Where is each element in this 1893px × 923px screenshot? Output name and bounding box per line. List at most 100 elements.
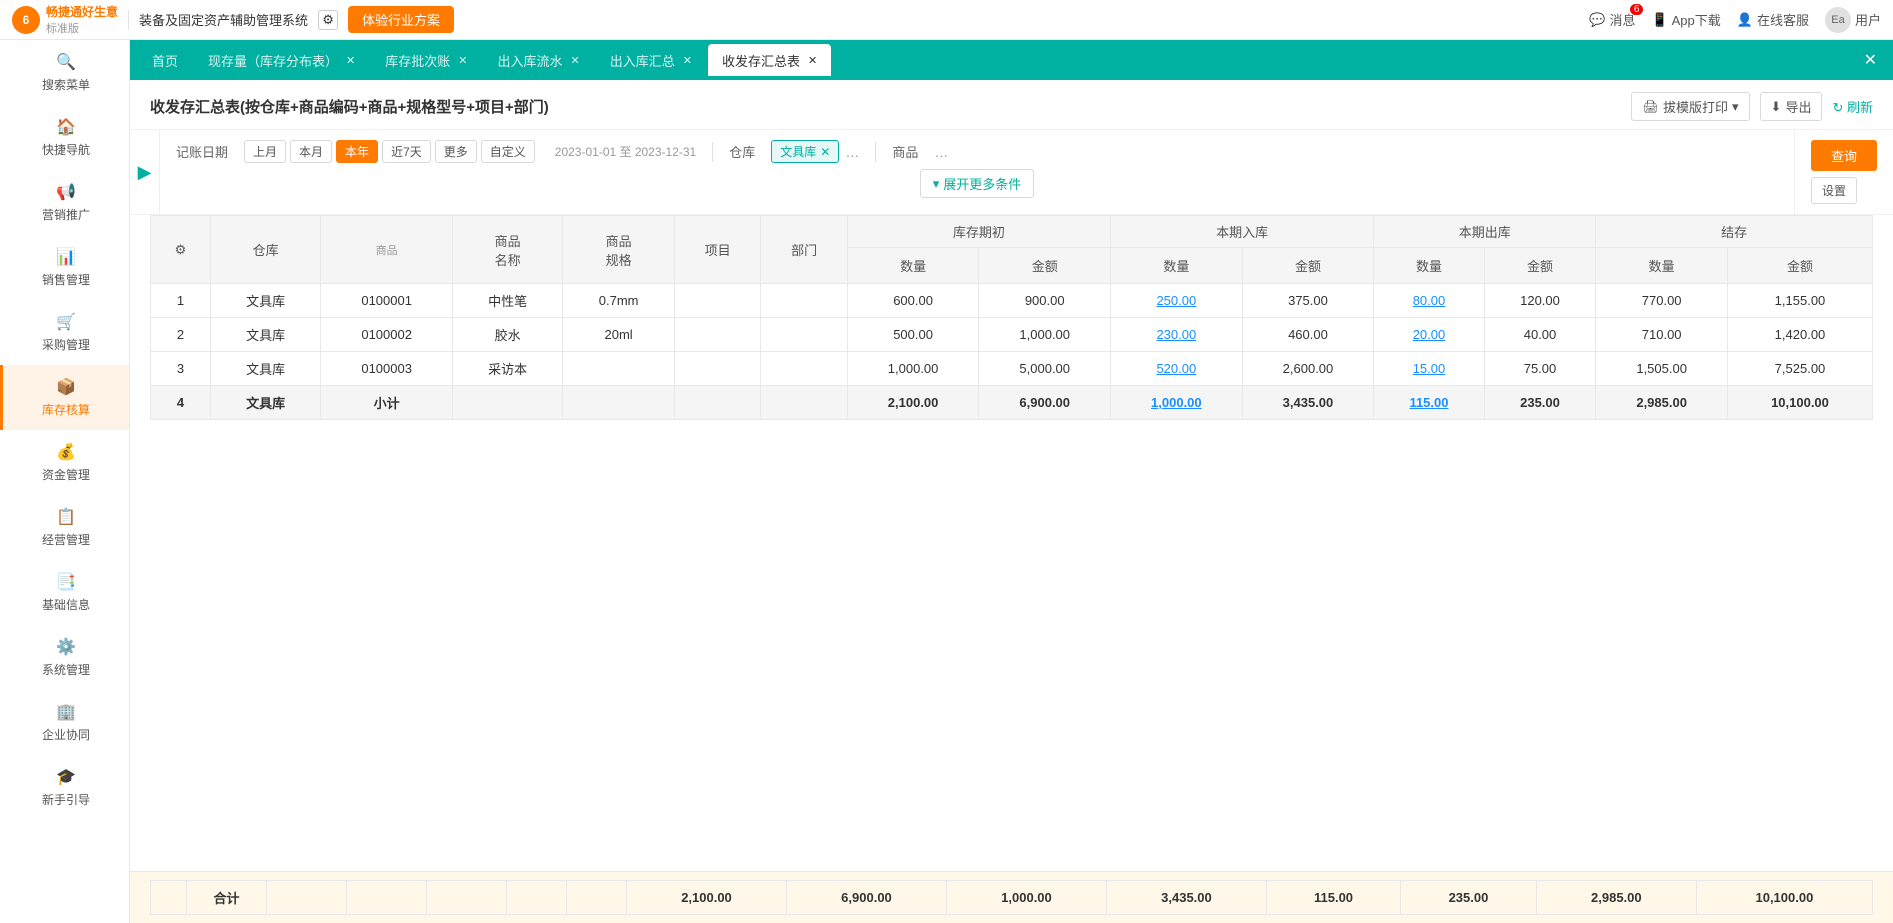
row3-in-qty[interactable]: 520.00 — [1111, 352, 1243, 386]
row1-project — [674, 284, 760, 318]
row2-in-qty[interactable]: 230.00 — [1111, 318, 1243, 352]
sidebar-item-search-menu[interactable]: 🔍 搜索菜单 — [0, 40, 129, 105]
logo-icon: 6 — [12, 6, 40, 34]
tab-home[interactable]: 首页 — [138, 44, 192, 76]
tab-inout-summary[interactable]: 出入库汇总 ✕ — [596, 44, 706, 76]
basic-info-icon: 📑 — [56, 572, 76, 592]
total-close-qty: 2,985.00 — [1536, 881, 1696, 915]
date-btn-more[interactable]: 更多 — [435, 140, 477, 163]
warehouse-tag-close[interactable]: ✕ — [820, 145, 830, 159]
subtotal-col6 — [761, 386, 847, 420]
subtotal-col3 — [452, 386, 562, 420]
tab-close-batch-ledger[interactable]: ✕ — [458, 54, 467, 67]
row3-open-qty: 1,000.00 — [847, 352, 979, 386]
expand-icon: ▾ — [933, 176, 940, 192]
query-btn[interactable]: 查询 — [1811, 140, 1877, 171]
warehouse-more[interactable]: … — [845, 144, 859, 160]
experience-btn[interactable]: 体验行业方案 — [348, 6, 454, 33]
total-open-qty: 2,100.00 — [627, 881, 787, 915]
sidebar-item-marketing[interactable]: 📢 营销推广 — [0, 170, 129, 235]
row3-warehouse: 文具库 — [211, 352, 321, 386]
sidebar-item-purchase[interactable]: 🛒 采购管理 — [0, 300, 129, 365]
sidebar-item-operations[interactable]: 📋 经营管理 — [0, 495, 129, 560]
tab-batch-ledger[interactable]: 库存批次账 ✕ — [371, 44, 481, 76]
sidebar-item-sales[interactable]: 📊 销售管理 — [0, 235, 129, 300]
filter-row-1: 记账日期 上月 本月 本年 近7天 更多 自定义 2023-01-01 至 20… — [176, 140, 1778, 163]
home-icon: 🏠 — [56, 117, 76, 137]
subtotal-close-amt: 10,100.00 — [1727, 386, 1872, 420]
date-btn-this-year[interactable]: 本年 — [336, 140, 378, 163]
sidebar-item-basic-info[interactable]: 📑 基础信息 — [0, 560, 129, 625]
message-btn[interactable]: 💬 消息 6 — [1589, 10, 1635, 29]
set-btn[interactable]: 设置 — [1811, 177, 1857, 204]
row1-in-qty[interactable]: 250.00 — [1111, 284, 1243, 318]
tab-close-inventory-dist[interactable]: ✕ — [346, 54, 355, 67]
tab-inout-flow[interactable]: 出入库流水 ✕ — [483, 44, 593, 76]
th-goods-code: 商品 — [321, 216, 453, 284]
row3-close-amt: 7,525.00 — [1727, 352, 1872, 386]
subtotal-open-qty: 2,100.00 — [847, 386, 979, 420]
tab-close-recv-send-summary[interactable]: ✕ — [808, 54, 817, 67]
page-actions: 🖨 拔模版打印 ▾ ⬇ 导出 ↻ 刷新 — [1631, 92, 1873, 121]
page-header: 收发存汇总表(按仓库+商品编码+商品+规格型号+项目+部门) 🖨 拔模版打印 ▾… — [130, 80, 1893, 130]
row3-out-qty[interactable]: 15.00 — [1374, 352, 1484, 386]
tab-recv-send-summary[interactable]: 收发存汇总表 ✕ — [708, 44, 831, 76]
sidebar-item-inventory[interactable]: 📦 库存核算 — [0, 365, 129, 430]
total-spec-col — [427, 881, 507, 915]
header-right: 💬 消息 6 📱 App下载 👤 在线客服 Ea 用户 — [1589, 7, 1881, 33]
date-btn-custom[interactable]: 自定义 — [481, 140, 535, 163]
expand-more-btn[interactable]: ▾ 展开更多条件 — [920, 169, 1035, 198]
date-btn-this-month[interactable]: 本月 — [290, 140, 332, 163]
th-dept: 部门 — [761, 216, 847, 284]
date-btn-last-month[interactable]: 上月 — [244, 140, 286, 163]
refresh-btn[interactable]: ↻ 刷新 — [1832, 97, 1873, 116]
goods-more[interactable]: … — [934, 144, 948, 160]
finance-icon: 💰 — [56, 442, 76, 462]
settings-icon[interactable]: ⚙ — [318, 10, 338, 30]
row2-out-amt: 40.00 — [1484, 318, 1596, 352]
content-area: 首页 现存量（库存分布表） ✕ 库存批次账 ✕ 出入库流水 ✕ 出入库汇总 ✕ … — [130, 40, 1893, 923]
subtotal-out-qty[interactable]: 115.00 — [1374, 386, 1484, 420]
th-open-qty: 数量 — [847, 248, 979, 284]
row1-out-qty[interactable]: 80.00 — [1374, 284, 1484, 318]
sidebar-item-system[interactable]: ⚙️ 系统管理 — [0, 625, 129, 690]
row3-code: 0100003 — [321, 352, 453, 386]
print-btn[interactable]: 🖨 拔模版打印 ▾ — [1631, 92, 1749, 121]
total-open-amt: 6,900.00 — [786, 881, 946, 915]
user-btn[interactable]: Ea 用户 — [1825, 7, 1881, 33]
sidebar-item-guide[interactable]: 🎓 新手引导 — [0, 755, 129, 820]
tab-close-inout-flow[interactable]: ✕ — [571, 54, 580, 67]
operations-icon: 📋 — [56, 507, 76, 527]
row3-dept — [761, 352, 847, 386]
subtotal-in-qty[interactable]: 1,000.00 — [1111, 386, 1243, 420]
sidebar: 🔍 搜索菜单 🏠 快捷导航 📢 营销推广 📊 销售管理 🛒 采购管理 📦 库存核… — [0, 40, 130, 923]
row1-open-qty: 600.00 — [847, 284, 979, 318]
th-settings[interactable]: ⚙ — [151, 216, 211, 284]
sidebar-item-finance[interactable]: 💰 资金管理 — [0, 430, 129, 495]
sidebar-item-enterprise[interactable]: 🏢 企业协同 — [0, 690, 129, 755]
th-goods-spec: 商品规格 — [563, 216, 675, 284]
row2-spec: 20ml — [563, 318, 675, 352]
app-download-btn[interactable]: 📱 App下载 — [1651, 10, 1720, 29]
filter-collapse-btn[interactable]: ▶ — [130, 130, 160, 214]
online-service-btn[interactable]: 👤 在线客服 — [1737, 10, 1809, 29]
th-in-qty: 数量 — [1111, 248, 1243, 284]
export-btn[interactable]: ⬇ 导出 — [1760, 92, 1823, 121]
row2-no: 2 — [151, 318, 211, 352]
row3-out-amt: 75.00 — [1484, 352, 1596, 386]
tab-bar-close-btn[interactable]: ✕ — [1856, 50, 1885, 70]
row1-in-amt: 375.00 — [1242, 284, 1374, 318]
export-icon: ⬇ — [1771, 99, 1782, 115]
date-label: 记账日期 — [176, 142, 228, 161]
table-settings-icon[interactable]: ⚙ — [175, 242, 187, 257]
row2-out-qty[interactable]: 20.00 — [1374, 318, 1484, 352]
row3-close-qty: 1,505.00 — [1596, 352, 1728, 386]
tab-inventory-dist[interactable]: 现存量（库存分布表） ✕ — [194, 44, 369, 76]
filter-separator-2 — [875, 142, 876, 162]
tab-close-inout-summary[interactable]: ✕ — [683, 54, 692, 67]
total-proj-col — [507, 881, 567, 915]
date-btn-7days[interactable]: 近7天 — [382, 140, 431, 163]
row2-close-amt: 1,420.00 — [1727, 318, 1872, 352]
row2-open-amt: 1,000.00 — [979, 318, 1111, 352]
sidebar-item-quick-nav[interactable]: 🏠 快捷导航 — [0, 105, 129, 170]
